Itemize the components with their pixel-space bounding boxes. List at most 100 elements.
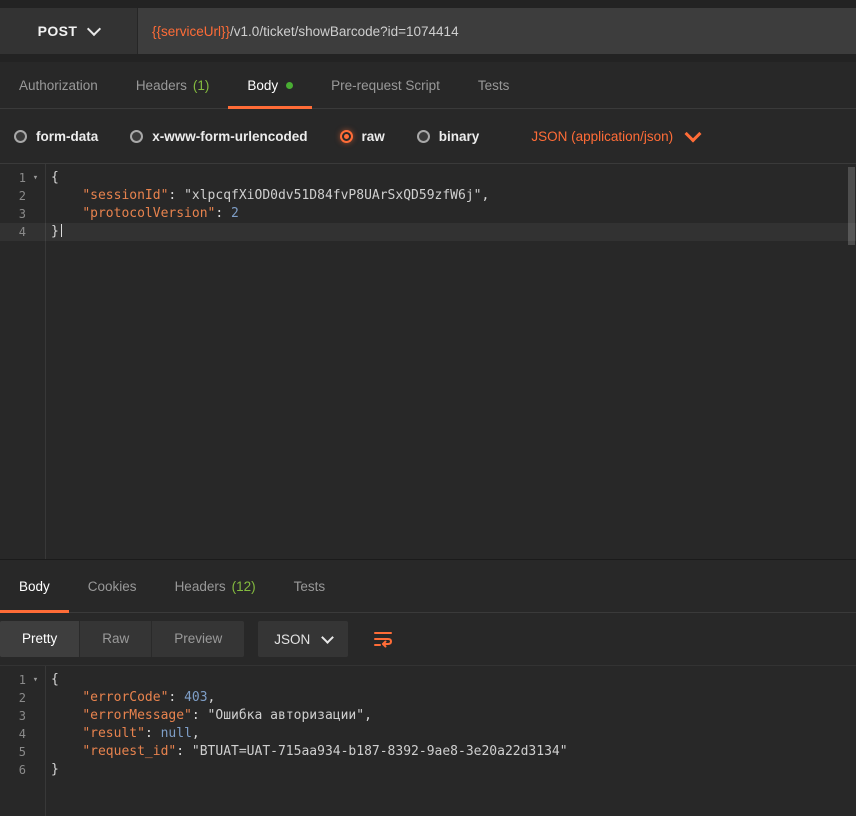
code-text: "protocolVersion": 2	[82, 206, 239, 221]
tab-body[interactable]: Body	[228, 62, 312, 109]
code-text: {	[51, 170, 59, 185]
radio-label: binary	[438, 128, 480, 144]
raw-button[interactable]: Raw	[80, 621, 153, 657]
line-number: 2	[18, 189, 26, 203]
code-line-1[interactable]: 1 ▾ {	[0, 169, 856, 187]
tab-label: Headers	[174, 578, 226, 594]
wrap-lines-icon	[374, 632, 393, 648]
content-type-select[interactable]: JSON (application/json)	[531, 125, 702, 144]
radio-icon	[130, 129, 144, 143]
gutter-spacer	[26, 761, 45, 779]
code-text: }	[51, 762, 59, 777]
code-text: "request_id": "BTUAT=UAT-715aa934-b187-8…	[82, 744, 568, 759]
gutter-spacer	[26, 725, 45, 743]
headers-count-badge: (1)	[192, 77, 210, 93]
body-type-row: form-data x-www-form-urlencoded raw bina…	[0, 109, 856, 164]
radio-form-data[interactable]: form-data	[14, 129, 98, 144]
api-client-window: POST {{serviceUrl}}/v1.0/ticket/showBarc…	[0, 0, 856, 816]
radio-selected-icon	[339, 129, 353, 143]
response-tabs: Body Cookies Headers (12) Tests	[0, 560, 856, 613]
radio-label: x-www-form-urlencoded	[152, 128, 308, 144]
code-text: }	[45, 223, 62, 241]
gutter-spacer	[26, 223, 45, 241]
tab-headers[interactable]: Headers (1)	[117, 62, 229, 108]
code-line-2[interactable]: 2 "errorCode": 403,	[0, 689, 856, 707]
chevron-down-icon	[321, 631, 335, 644]
format-label: JSON	[274, 631, 311, 647]
response-toolbar: Pretty Raw Preview JSON	[0, 613, 856, 666]
code-text: "sessionId": "xlpcqfXiOD0dv51D84fvP8UArS…	[82, 188, 490, 203]
request-builder: POST {{serviceUrl}}/v1.0/ticket/showBarc…	[0, 0, 856, 62]
line-number: 5	[18, 745, 26, 759]
method-label: POST	[37, 23, 78, 39]
text-cursor	[60, 224, 62, 237]
tab-response-tests[interactable]: Tests	[275, 560, 345, 612]
gutter-spacer	[26, 187, 45, 205]
radio-raw[interactable]: raw	[339, 128, 385, 144]
tab-pre-request-script[interactable]: Pre-request Script	[312, 62, 459, 108]
tab-label: Pre-request Script	[331, 77, 440, 93]
code-text: "result": null,	[82, 726, 200, 741]
url-path: /v1.0/ticket/showBarcode?id=1074414	[230, 23, 459, 39]
code-text: {	[51, 672, 59, 687]
code-line-6[interactable]: 6}	[0, 761, 856, 779]
content-type-label: JSON (application/json)	[531, 128, 674, 144]
wrap-lines-button[interactable]	[366, 622, 400, 656]
request-tabs: Authorization Headers (1) Body Pre-reque…	[0, 62, 856, 109]
tab-label: Cookies	[87, 578, 137, 594]
radio-label: form-data	[36, 128, 99, 144]
tab-label: Body	[247, 77, 279, 93]
code-line-3[interactable]: 3 "errorMessage": "Ошибка авторизации",	[0, 707, 856, 725]
fold-arrow-icon[interactable]: ▾	[26, 169, 45, 187]
chevron-down-icon	[684, 125, 702, 143]
url-input[interactable]: {{serviceUrl}}/v1.0/ticket/showBarcode?i…	[138, 8, 856, 54]
response-section: Body Cookies Headers (12) Tests Pretty R…	[0, 559, 856, 816]
gutter-spacer	[26, 707, 45, 725]
url-variable: {{serviceUrl}}	[152, 23, 231, 39]
code-text: "errorMessage": "Ошибка авторизации",	[82, 708, 372, 723]
tab-response-body[interactable]: Body	[0, 560, 69, 613]
tab-label: Tests	[477, 77, 510, 93]
tab-tests[interactable]: Tests	[459, 62, 529, 108]
tab-label: Headers	[135, 77, 187, 93]
code-line-1[interactable]: 1 ▾ {	[0, 671, 856, 689]
radio-binary[interactable]: binary	[416, 128, 480, 144]
tab-authorization[interactable]: Authorization	[0, 62, 117, 108]
line-number: 4	[18, 225, 26, 239]
tab-response-headers[interactable]: Headers (12)	[156, 560, 275, 612]
line-number: 2	[18, 691, 26, 705]
code-line-3[interactable]: 3 "protocolVersion": 2	[0, 205, 856, 223]
fold-arrow-icon[interactable]: ▾	[26, 671, 45, 689]
line-number: 3	[18, 709, 26, 723]
code-line-5[interactable]: 5 "request_id": "BTUAT=UAT-715aa934-b187…	[0, 743, 856, 761]
green-dot-icon	[286, 81, 294, 89]
code-line-4[interactable]: 4 "result": null,	[0, 725, 856, 743]
pretty-button[interactable]: Pretty	[0, 621, 81, 657]
code-text: "errorCode": 403,	[82, 690, 216, 705]
response-body-editor[interactable]: 1 ▾{2 "errorCode": 403, 3 "errorMessage": …	[0, 666, 856, 816]
line-number: 6	[18, 763, 26, 777]
radio-icon	[14, 129, 27, 143]
code-line-4[interactable]: 4}	[0, 223, 856, 241]
line-number: 1	[18, 171, 26, 185]
method-selector[interactable]: POST	[0, 8, 138, 54]
view-mode-group: Pretty Raw Preview	[0, 621, 245, 657]
request-body-editor[interactable]: 1 ▾ {2 "sessionId": "xlpcqfXiOD0dv51D84fvP…	[0, 164, 856, 559]
headers-count-badge: (12)	[231, 578, 256, 594]
format-select[interactable]: JSON	[258, 621, 349, 657]
preview-button[interactable]: Preview	[152, 621, 244, 657]
code-line-2[interactable]: 2 "sessionId": "xlpcqfXiOD0dv51D84fvP8UA…	[0, 187, 856, 205]
line-number: 1	[18, 673, 26, 687]
tab-label: Tests	[293, 578, 326, 594]
gutter-spacer	[26, 743, 45, 761]
tab-label: Authorization	[19, 77, 98, 93]
tab-label: Body	[19, 578, 50, 594]
radio-icon	[416, 129, 430, 143]
line-number: 3	[18, 207, 26, 221]
tab-cookies[interactable]: Cookies	[69, 560, 156, 612]
radio-x-www-form-urlencoded[interactable]: x-www-form-urlencoded	[130, 128, 308, 144]
radio-label: raw	[361, 128, 385, 144]
gutter-spacer	[26, 689, 45, 707]
line-number: 4	[18, 727, 26, 741]
gutter-spacer	[26, 205, 45, 223]
